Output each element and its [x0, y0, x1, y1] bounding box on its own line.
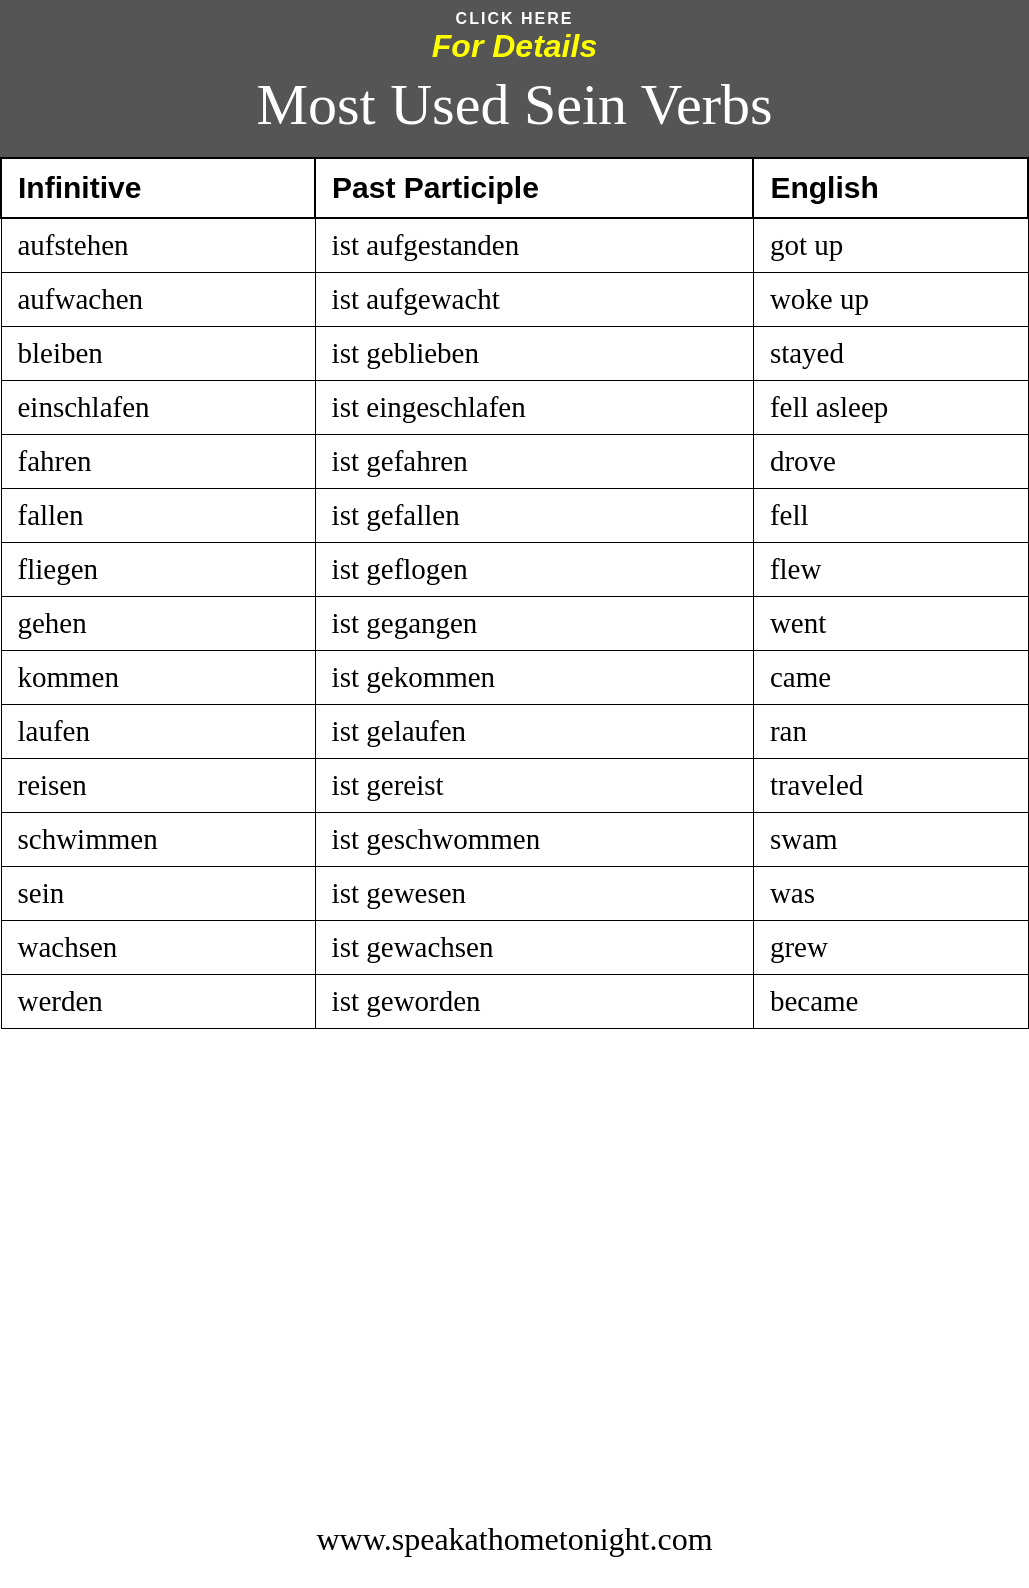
table-row: laufenist gelaufenran: [1, 704, 1028, 758]
cell-past-participle: ist aufgewacht: [315, 272, 753, 326]
cell-english: fell: [753, 488, 1028, 542]
cell-past-participle: ist aufgestanden: [315, 218, 753, 273]
cell-english: traveled: [753, 758, 1028, 812]
table-row: aufstehenist aufgestandengot up: [1, 218, 1028, 273]
cell-infinitive: aufwachen: [1, 272, 315, 326]
cell-infinitive: gehen: [1, 596, 315, 650]
footer-url: www.speakathometonight.com: [20, 1521, 1009, 1558]
cell-english: ran: [753, 704, 1028, 758]
table-row: seinist gewesenwas: [1, 866, 1028, 920]
table-row: kommenist gekommencame: [1, 650, 1028, 704]
table-row: bleibenist gebliebenstayed: [1, 326, 1028, 380]
table-row: aufwachenist aufgewachtwoke up: [1, 272, 1028, 326]
cell-infinitive: laufen: [1, 704, 315, 758]
cell-past-participle: ist gereist: [315, 758, 753, 812]
cell-infinitive: bleiben: [1, 326, 315, 380]
column-header-infinitive: Infinitive: [1, 158, 315, 218]
cell-infinitive: aufstehen: [1, 218, 315, 273]
cell-infinitive: fliegen: [1, 542, 315, 596]
cell-english: stayed: [753, 326, 1028, 380]
column-header-past-participle: Past Participle: [315, 158, 753, 218]
cell-infinitive: sein: [1, 866, 315, 920]
verb-table-container: Infinitive Past Participle English aufst…: [0, 157, 1029, 1481]
cell-past-participle: ist geschwommen: [315, 812, 753, 866]
cell-past-participle: ist gewesen: [315, 866, 753, 920]
cell-english: woke up: [753, 272, 1028, 326]
table-row: einschlafenist eingeschlafenfell asleep: [1, 380, 1028, 434]
table-row: fahrenist gefahrendrove: [1, 434, 1028, 488]
cell-infinitive: fallen: [1, 488, 315, 542]
cell-past-participle: ist geworden: [315, 974, 753, 1028]
cell-past-participle: ist gegangen: [315, 596, 753, 650]
table-header-row: Infinitive Past Participle English: [1, 158, 1028, 218]
cell-infinitive: reisen: [1, 758, 315, 812]
cell-infinitive: einschlafen: [1, 380, 315, 434]
table-row: fliegenist geflogenflew: [1, 542, 1028, 596]
cell-english: was: [753, 866, 1028, 920]
cell-english: got up: [753, 218, 1028, 273]
cell-infinitive: wachsen: [1, 920, 315, 974]
cell-infinitive: werden: [1, 974, 315, 1028]
for-details-link[interactable]: For Details: [432, 28, 597, 65]
cell-infinitive: schwimmen: [1, 812, 315, 866]
page-header: CLICK HERE For Details Most Used Sein Ve…: [0, 0, 1029, 157]
cell-english: went: [753, 596, 1028, 650]
cell-past-participle: ist gefallen: [315, 488, 753, 542]
table-row: werdenist gewordenbecame: [1, 974, 1028, 1028]
cell-english: grew: [753, 920, 1028, 974]
cell-past-participle: ist gefahren: [315, 434, 753, 488]
cell-past-participle: ist eingeschlafen: [315, 380, 753, 434]
cell-english: swam: [753, 812, 1028, 866]
table-row: reisenist gereisttraveled: [1, 758, 1028, 812]
column-header-english: English: [753, 158, 1028, 218]
cell-english: fell asleep: [753, 380, 1028, 434]
table-row: wachsenist gewachsengrew: [1, 920, 1028, 974]
cell-english: became: [753, 974, 1028, 1028]
table-row: schwimmenist geschwommenswam: [1, 812, 1028, 866]
cell-past-participle: ist gelaufen: [315, 704, 753, 758]
cell-past-participle: ist geflogen: [315, 542, 753, 596]
cell-past-participle: ist geblieben: [315, 326, 753, 380]
cell-english: flew: [753, 542, 1028, 596]
cell-english: drove: [753, 434, 1028, 488]
click-here-label: CLICK HERE: [20, 10, 1009, 28]
table-row: gehenist gegangenwent: [1, 596, 1028, 650]
cell-past-participle: ist gewachsen: [315, 920, 753, 974]
cell-infinitive: kommen: [1, 650, 315, 704]
cell-past-participle: ist gekommen: [315, 650, 753, 704]
cell-english: came: [753, 650, 1028, 704]
table-row: fallenist gefallenfell: [1, 488, 1028, 542]
page-footer: www.speakathometonight.com: [0, 1481, 1029, 1588]
verb-table: Infinitive Past Participle English aufst…: [0, 157, 1029, 1029]
cell-infinitive: fahren: [1, 434, 315, 488]
page-title: Most Used Sein Verbs: [20, 73, 1009, 137]
